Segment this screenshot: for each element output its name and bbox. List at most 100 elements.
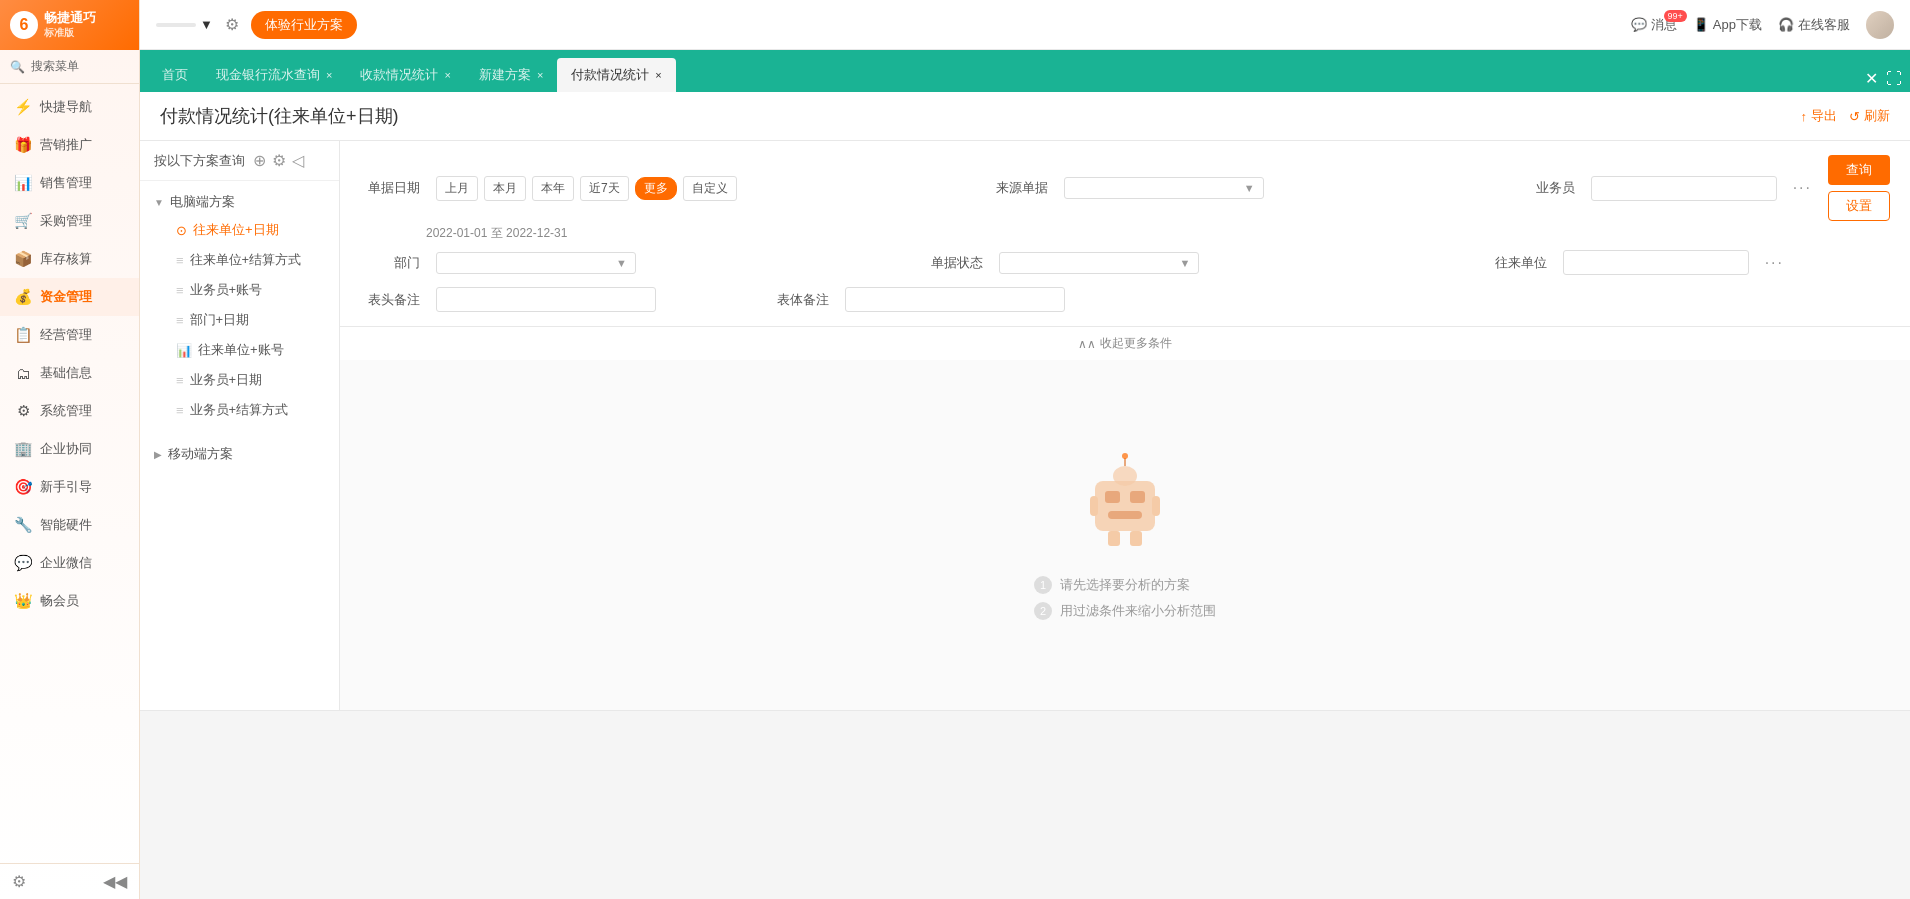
scheme-item-0[interactable]: ⊙ 往来单位+日期: [154, 215, 325, 245]
settings-bottom-icon[interactable]: ⚙: [12, 872, 26, 891]
tab-fullscreen-icon[interactable]: ⛶: [1886, 70, 1902, 88]
search-menu-button[interactable]: 🔍 搜索菜单: [10, 58, 129, 75]
staff-dots-icon[interactable]: ···: [1793, 179, 1812, 197]
date-buttons: 上月 本月 本年 近7天 更多 自定义: [436, 176, 737, 201]
tab-payment-stats[interactable]: 付款情况统计 ×: [557, 58, 675, 92]
collapse-bar[interactable]: ∧∧ 收起更多条件: [340, 327, 1910, 360]
sidebar-item-capital[interactable]: 💰 资金管理: [0, 278, 139, 316]
sidebar-item-member[interactable]: 👑 畅会员: [0, 582, 139, 620]
sidebar-item-label: 采购管理: [40, 212, 92, 230]
empty-robot-icon: [1070, 446, 1180, 556]
scheme-item-1[interactable]: ≡ 往来单位+结算方式: [154, 245, 325, 275]
date-btn-more[interactable]: 更多: [635, 177, 677, 200]
query-button[interactable]: 查询: [1828, 155, 1890, 185]
doc-status-label: 单据状态: [923, 254, 983, 272]
scheme-settings-icon[interactable]: ⚙: [272, 151, 286, 170]
header-note-input[interactable]: [436, 287, 656, 312]
tab-cashflow[interactable]: 现金银行流水查询 ×: [202, 58, 346, 92]
sidebar-item-label: 新手引导: [40, 478, 92, 496]
scheme-item-2[interactable]: ≡ 业务员+账号: [154, 275, 325, 305]
scheme-add-icon[interactable]: ⊕: [253, 151, 266, 170]
date-btn-custom[interactable]: 自定义: [683, 176, 737, 201]
doc-status-arrow-icon: ▼: [1179, 257, 1190, 269]
scheme-item-6[interactable]: ≡ 业务员+结算方式: [154, 395, 325, 425]
date-btn-7days[interactable]: 近7天: [580, 176, 629, 201]
tab-cashflow-label: 现金银行流水查询: [216, 66, 320, 84]
partner-dots-icon[interactable]: ···: [1765, 254, 1784, 272]
sidebar-item-hardware[interactable]: 🔧 智能硬件: [0, 506, 139, 544]
tab-receipt-stats[interactable]: 收款情况统计 ×: [346, 58, 464, 92]
sidebar-item-wechat[interactable]: 💬 企业微信: [0, 544, 139, 582]
category-label: 电脑端方案: [170, 193, 235, 211]
sidebar-item-marketing[interactable]: 🎁 营销推广: [0, 126, 139, 164]
tab-new-scheme[interactable]: 新建方案 ×: [465, 58, 557, 92]
capital-icon: 💰: [14, 288, 32, 306]
body-note-label: 表体备注: [769, 291, 829, 309]
tab-receipt-stats-close-icon[interactable]: ×: [444, 69, 450, 81]
doc-status-select[interactable]: ▼: [999, 252, 1199, 274]
settings-button[interactable]: 设置: [1828, 191, 1890, 221]
tab-close-all-icon[interactable]: ✕: [1865, 69, 1878, 88]
dept-label: 部门: [360, 254, 420, 272]
online-service-button[interactable]: 🎧 在线客服: [1778, 16, 1850, 34]
sidebar-item-sales[interactable]: 📊 销售管理: [0, 164, 139, 202]
tab-payment-stats-close-icon[interactable]: ×: [655, 69, 661, 81]
scheme-collapse-icon[interactable]: ◁: [292, 151, 304, 170]
scheme-item-label: 部门+日期: [190, 311, 250, 329]
refresh-label: 刷新: [1864, 107, 1890, 125]
scheme-item-3[interactable]: ≡ 部门+日期: [154, 305, 325, 335]
sidebar-item-inventory[interactable]: 📦 库存核算: [0, 240, 139, 278]
scheme-category-desktop: ▼ 电脑端方案 ⊙ 往来单位+日期 ≡ 往来单位+结算方式 ≡ 业务员+账号: [140, 181, 339, 433]
tab-new-scheme-close-icon[interactable]: ×: [537, 69, 543, 81]
sidebar-item-system[interactable]: ⚙ 系统管理: [0, 392, 139, 430]
logo-icon: 6: [10, 11, 38, 39]
collapse-sidebar-icon[interactable]: ◀◀: [103, 872, 127, 891]
topbar-right-actions: 💬 消息 99+ 📱 App下载 🎧 在线客服: [1631, 11, 1894, 39]
sidebar-item-label: 智能硬件: [40, 516, 92, 534]
message-badge: 99+: [1664, 10, 1687, 22]
guide-icon: 🎯: [14, 478, 32, 496]
scheme-item-5[interactable]: ≡ 业务员+日期: [154, 365, 325, 395]
scheme-item-label: 业务员+结算方式: [190, 401, 289, 419]
date-btn-this-year[interactable]: 本年: [532, 176, 574, 201]
settings-gear-icon[interactable]: ⚙: [225, 15, 239, 34]
dept-select[interactable]: ▼: [436, 252, 636, 274]
date-btn-last-month[interactable]: 上月: [436, 176, 478, 201]
svg-rect-7: [1130, 531, 1142, 546]
trial-button[interactable]: 体验行业方案: [251, 11, 357, 39]
source-select[interactable]: ▼: [1064, 177, 1264, 199]
export-button[interactable]: ↑ 导出: [1801, 107, 1838, 125]
scheme-item-icon: ⊙: [176, 223, 187, 238]
date-btn-this-month[interactable]: 本月: [484, 176, 526, 201]
page-header: 付款情况统计(往来单位+日期) ↑ 导出 ↺ 刷新: [140, 92, 1910, 141]
sidebar-item-business[interactable]: 📋 经营管理: [0, 316, 139, 354]
page-content: 付款情况统计(往来单位+日期) ↑ 导出 ↺ 刷新 按以下方案查询 ⊕: [140, 92, 1910, 899]
date-label: 单据日期: [360, 179, 420, 197]
refresh-button[interactable]: ↺ 刷新: [1849, 107, 1890, 125]
sidebar-item-label: 经营管理: [40, 326, 92, 344]
tab-cashflow-close-icon[interactable]: ×: [326, 69, 332, 81]
staff-input[interactable]: [1591, 176, 1777, 201]
sidebar-item-basic[interactable]: 🗂 基础信息: [0, 354, 139, 392]
sidebar-bottom: ⚙ ◀◀: [0, 863, 139, 899]
sidebar-item-purchase[interactable]: 🛒 采购管理: [0, 202, 139, 240]
scheme-category-mobile-title[interactable]: ▶ 移动端方案: [154, 441, 325, 467]
system-icon: ⚙: [14, 402, 32, 420]
app-download-button[interactable]: 📱 App下载: [1693, 16, 1762, 34]
breadcrumb-blur: [156, 23, 196, 27]
export-label: 导出: [1811, 107, 1837, 125]
body-note-input[interactable]: [845, 287, 1065, 312]
sidebar-item-guide[interactable]: 🎯 新手引导: [0, 468, 139, 506]
sidebar-item-quick-nav[interactable]: ⚡ 快捷导航: [0, 88, 139, 126]
empty-state: 1 请先选择要分析的方案 2 用过滤条件来缩小分析范围: [1034, 446, 1216, 624]
user-avatar[interactable]: [1866, 11, 1894, 39]
scheme-item-4[interactable]: 📊 往来单位+账号: [154, 335, 325, 365]
tab-new-scheme-label: 新建方案: [479, 66, 531, 84]
scheme-item-icon: ≡: [176, 373, 184, 388]
scheme-panel: 按以下方案查询 ⊕ ⚙ ◁ ▼ 电脑端方案 ⊙ 往来单位+日期: [140, 141, 340, 710]
tab-home[interactable]: 首页: [148, 58, 202, 92]
sidebar-item-enterprise[interactable]: 🏢 企业协同: [0, 430, 139, 468]
scheme-category-desktop-title[interactable]: ▼ 电脑端方案: [154, 189, 325, 215]
message-button[interactable]: 💬 消息 99+: [1631, 16, 1677, 34]
partner-input[interactable]: [1563, 250, 1749, 275]
